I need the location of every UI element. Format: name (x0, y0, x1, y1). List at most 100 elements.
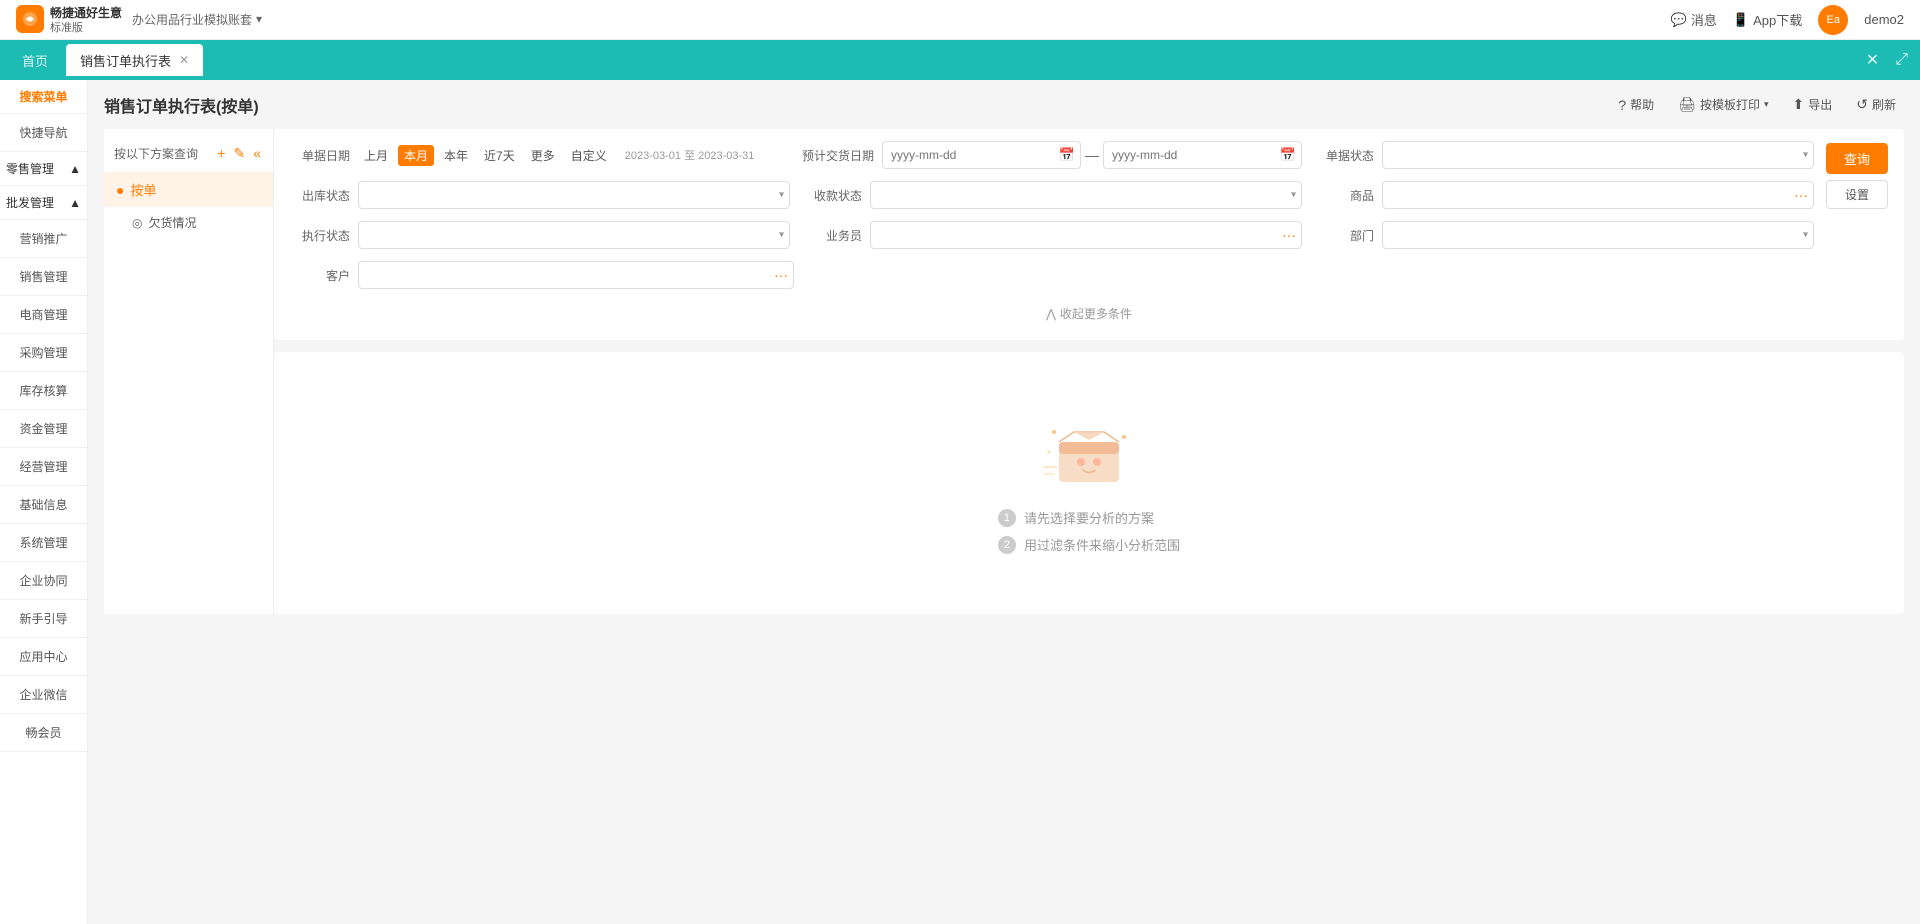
sidebar-sales-label: 销售管理 (19, 270, 67, 284)
quick-nav-label: 快捷导航 (19, 126, 67, 140)
date-btn-current-month[interactable]: 本月 (398, 145, 434, 166)
tip-text-1: 请先选择要分析的方案 (1024, 508, 1154, 527)
sidebar-item-enterprise-collab[interactable]: 企业协同 (0, 562, 87, 600)
date-separator: — (1085, 147, 1099, 163)
export-icon: ⬆ (1793, 96, 1805, 113)
exec-status-label: 执行状态 (290, 227, 350, 244)
message-btn[interactable]: 💬 消息 (1671, 10, 1717, 29)
customer-more-dots[interactable]: ··· (774, 267, 788, 283)
left-panel-title: 按以下方案查询 (114, 145, 198, 162)
delivery-status-select[interactable] (358, 181, 790, 209)
customer-control: ··· (358, 261, 794, 289)
top-header: 畅捷通好生意 标准版 办公用品行业模拟账套 ▾ 💬 消息 📱 App下载 Ea … (0, 0, 1920, 40)
sidebar-item-operations-mgmt[interactable]: 经营管理 (0, 448, 87, 486)
avatar[interactable]: Ea (1818, 5, 1848, 35)
template-print-label: 按模板打印 (1700, 96, 1760, 113)
query-btn[interactable]: 查询 (1826, 143, 1888, 174)
date-btn-custom[interactable]: 自定义 (565, 145, 613, 166)
delivery-status-label: 出库状态 (290, 187, 350, 204)
sidebar-item-inventory-check[interactable]: 库存核算 (0, 372, 87, 410)
sidebar-marketing-label: 营销推广 (19, 232, 67, 246)
filter-expected-date-group: 预计交货日期 📅 — (802, 141, 1302, 169)
brand-icon (16, 5, 44, 33)
sidebar-item-new-guide[interactable]: 新手引导 (0, 600, 87, 638)
tip-number-2: 2 (998, 536, 1016, 554)
breadcrumb[interactable]: 办公用品行业模拟账套 ▾ (132, 11, 262, 28)
filter-fields: 单据日期 上月 本月 本年 近7天 更多 自定义 (290, 141, 1814, 289)
app-download-btn[interactable]: 📱 App下载 (1733, 10, 1802, 29)
scheme-add-btn[interactable]: + (215, 143, 227, 164)
filter-row-2: 出库状态 ▾ (290, 181, 1814, 209)
sidebar-item-purchase-mgmt[interactable]: 采购管理 (0, 334, 87, 372)
sidebar-item-wholesale-mgmt[interactable]: 批发管理 ▲ (0, 186, 87, 219)
sidebar-item-finance-mgmt[interactable]: 资金管理 (0, 410, 87, 448)
filter-delivery-status-group: 出库状态 ▾ (290, 181, 790, 209)
date-btn-more[interactable]: 更多 (525, 145, 561, 166)
sidebar-item-marketing[interactable]: 营销推广 (0, 220, 87, 258)
filter-panel: 单据日期 上月 本月 本年 近7天 更多 自定义 (274, 129, 1904, 340)
scheme-item-sub[interactable]: ◎ 欠货情况 (104, 207, 273, 238)
refresh-btn[interactable]: ↺ 刷新 (1848, 92, 1904, 117)
date-btn-last-7[interactable]: 近7天 (478, 145, 521, 166)
product-control: ··· (1382, 181, 1814, 209)
sidebar-member-label: 畅会员 (25, 726, 61, 740)
tab-sales-exec[interactable]: 销售订单执行表 ✕ (66, 44, 203, 76)
tab-bar-right: ✕ ⤢ (1862, 46, 1912, 74)
expected-date-from-input[interactable] (882, 141, 1081, 169)
sidebar-item-retail-mgmt[interactable]: 零售管理 ▲ (0, 152, 87, 185)
date-btn-last-month[interactable]: 上月 (358, 145, 394, 166)
message-label: 消息 (1691, 10, 1717, 29)
tab-close-icon[interactable]: ✕ (179, 53, 189, 67)
tab-bar: 首页 销售订单执行表 ✕ ✕ ⤢ (0, 40, 1920, 80)
header-left: 畅捷通好生意 标准版 办公用品行业模拟账套 ▾ (16, 4, 262, 35)
customer-input[interactable] (358, 261, 794, 289)
exec-status-select[interactable] (358, 221, 790, 249)
sidebar-item-ecommerce-mgmt[interactable]: 电商管理 (0, 296, 87, 334)
expected-date-to-input[interactable] (1103, 141, 1302, 169)
salesperson-more-dots[interactable]: ··· (1282, 227, 1296, 243)
export-btn[interactable]: ⬆ 导出 (1785, 92, 1841, 117)
sidebar-item-sales-mgmt[interactable]: 销售管理 (0, 258, 87, 296)
filter-exec-status-group: 执行状态 ▾ (290, 221, 790, 249)
bill-status-control: ▾ (1382, 141, 1814, 169)
collapse-bar[interactable]: ⋀ 收起更多条件 (290, 299, 1888, 328)
product-more-dots[interactable]: ··· (1794, 187, 1808, 203)
sidebar-item-enterprise-wechat[interactable]: 企业微信 (0, 676, 87, 714)
date-btn-this-year[interactable]: 本年 (438, 145, 474, 166)
filter-bill-status-group: 单据状态 ▾ (1314, 141, 1814, 169)
payment-status-select[interactable] (870, 181, 1302, 209)
scheme-item-main[interactable]: ● 按单 (104, 172, 273, 207)
scheme-edit-btn[interactable]: ✎ (231, 143, 247, 164)
tab-close-all-btn[interactable]: ✕ (1862, 46, 1883, 74)
sidebar-item-basic-info[interactable]: 基础信息 (0, 486, 87, 524)
sidebar-item-app-center[interactable]: 应用中心 (0, 638, 87, 676)
sidebar-search-menu[interactable]: 搜索菜单 (0, 80, 87, 114)
collapse-icon: ⋀ (1046, 307, 1056, 321)
username-label: demo2 (1864, 12, 1904, 27)
help-label: 帮助 (1630, 96, 1654, 113)
date-quick-filter: 上月 本月 本年 近7天 更多 自定义 (358, 145, 613, 166)
sidebar-quick-nav[interactable]: 快捷导航 (0, 114, 87, 152)
sidebar-finance-label: 资金管理 (19, 422, 67, 436)
tab-expand-btn[interactable]: ⤢ (1891, 47, 1912, 73)
template-print-btn[interactable]: 🖨 按模板打印 ▾ (1670, 92, 1776, 117)
settings-btn[interactable]: 设置 (1826, 180, 1888, 209)
expected-date-from-wrap: 📅 (882, 141, 1081, 169)
department-select[interactable] (1382, 221, 1814, 249)
sidebar-item-member[interactable]: 畅会员 (0, 714, 87, 752)
bill-status-select[interactable] (1382, 141, 1814, 169)
sidebar-ecommerce-label: 电商管理 (19, 308, 67, 322)
sidebar-item-system-mgmt[interactable]: 系统管理 (0, 524, 87, 562)
sidebar-inventory-label: 库存核算 (19, 384, 67, 398)
sidebar-wholesale-arrow: ▲ (69, 196, 81, 210)
scheme-collapse-btn[interactable]: « (251, 143, 263, 164)
brand-name: 畅捷通好生意 (50, 4, 122, 21)
tab-home[interactable]: 首页 (8, 44, 62, 76)
username[interactable]: demo2 (1864, 12, 1904, 27)
help-btn[interactable]: ? 帮助 (1610, 92, 1662, 117)
filter-row-3: 执行状态 ▾ (290, 221, 1814, 249)
avatar-initials: Ea (1827, 14, 1840, 26)
empty-illustration (1039, 412, 1139, 492)
product-input[interactable] (1382, 181, 1814, 209)
salesperson-input[interactable] (870, 221, 1302, 249)
